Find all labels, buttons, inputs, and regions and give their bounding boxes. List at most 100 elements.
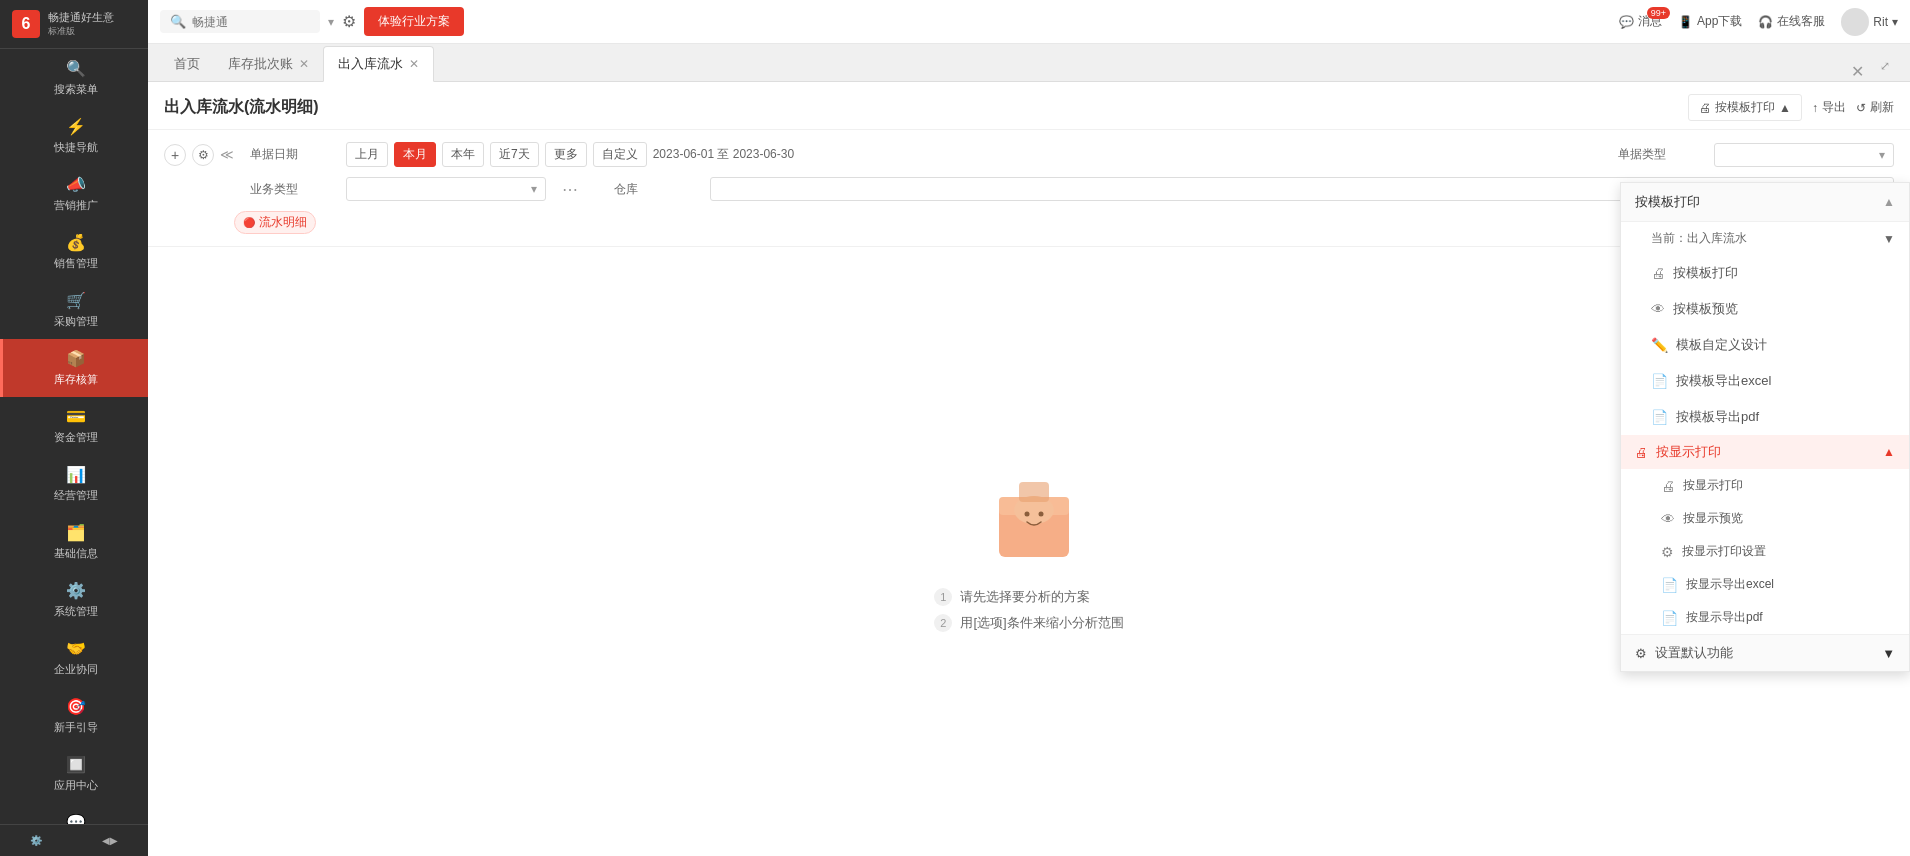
app-logo: 6 畅捷通好生意 标准版 bbox=[0, 0, 148, 49]
refresh-button[interactable]: ↺ 刷新 bbox=[1856, 99, 1894, 116]
app-download-button[interactable]: 📱 App下载 bbox=[1678, 13, 1742, 30]
user-avatar[interactable]: Rit ▾ bbox=[1841, 8, 1898, 36]
message-button[interactable]: 💬 消息 99+ bbox=[1619, 13, 1662, 30]
sidebar-item-newbie[interactable]: 🎯 新手引导 bbox=[0, 687, 148, 745]
template-export-excel-item[interactable]: 📄 按模板导出excel bbox=[1621, 363, 1909, 399]
system-icon: ⚙️ bbox=[66, 581, 86, 600]
page-header: 出入库流水(流水明细) 🖨 按模板打印 ▲ ↑ 导出 ↺ 刷新 bbox=[148, 82, 1910, 130]
filter-controls: + ⚙ ≪ bbox=[164, 144, 234, 166]
tab-batch[interactable]: 库存批次账 ✕ bbox=[214, 47, 323, 81]
user-chevron-icon: ▾ bbox=[1892, 15, 1898, 29]
display-settings-icon: ⚙ bbox=[1661, 544, 1674, 560]
dropdown-header-arrow-icon[interactable]: ▲ bbox=[1883, 195, 1895, 209]
filter-custom-btn[interactable]: 自定义 bbox=[593, 142, 647, 167]
filter-add-button[interactable]: + bbox=[164, 144, 186, 166]
tab-batch-close-icon[interactable]: ✕ bbox=[299, 57, 309, 71]
filter-biz-select[interactable]: ▾ bbox=[346, 177, 546, 201]
filter-this-month-btn[interactable]: 本月 bbox=[394, 142, 436, 167]
sidebar-item-sales[interactable]: 💰 销售管理 bbox=[0, 223, 148, 281]
svg-point-3 bbox=[1025, 511, 1030, 516]
tab-flow-close-icon[interactable]: ✕ bbox=[409, 57, 419, 71]
tab-flow-label: 出入库流水 bbox=[338, 55, 403, 73]
sidebar-bottom: ⚙️ ◀▶ bbox=[0, 824, 148, 856]
sidebar-item-enterprise[interactable]: 🤝 企业协同 bbox=[0, 629, 148, 687]
sidebar-item-basics[interactable]: 🗂️ 基础信息 bbox=[0, 513, 148, 571]
topbar-search-box[interactable]: 🔍 bbox=[160, 10, 320, 33]
sidebar-item-finance[interactable]: 💳 资金管理 bbox=[0, 397, 148, 455]
template-preview-item[interactable]: 👁 按模板预览 bbox=[1621, 291, 1909, 327]
filter-this-year-btn[interactable]: 本年 bbox=[442, 142, 484, 167]
template-pdf-icon: 📄 bbox=[1651, 409, 1668, 425]
filter-tag: 🔴 流水明细 bbox=[234, 211, 316, 234]
tab-home[interactable]: 首页 bbox=[160, 47, 214, 81]
filter-biz-more: ⋯ bbox=[562, 180, 578, 199]
search-input[interactable] bbox=[192, 15, 310, 29]
template-export-excel-label: 按模板导出excel bbox=[1676, 372, 1771, 390]
topbar-gear-icon[interactable]: ⚙ bbox=[342, 12, 356, 31]
maximize-icon[interactable]: ⤢ bbox=[1872, 51, 1898, 81]
apps-icon: 🔲 bbox=[66, 755, 86, 774]
display-export-pdf-item[interactable]: 📄 按显示导出pdf bbox=[1621, 601, 1909, 634]
filter-last-month-btn[interactable]: 上月 bbox=[346, 142, 388, 167]
inventory-icon: 📦 bbox=[66, 349, 86, 368]
sidebar-item-inventory[interactable]: 📦 库存核算 bbox=[0, 339, 148, 397]
sidebar-item-operations[interactable]: 📊 经营管理 bbox=[0, 455, 148, 513]
filter-more-btn[interactable]: 更多 bbox=[545, 142, 587, 167]
sidebar-item-quick-nav[interactable]: ⚡ 快捷导航 bbox=[0, 107, 148, 165]
app-badge: 标准版 bbox=[48, 25, 114, 38]
message-badge: 99+ bbox=[1647, 7, 1670, 19]
wecom-icon: 💬 bbox=[66, 813, 86, 824]
sales-icon: 💰 bbox=[66, 233, 86, 252]
dropdown-header-title: 按模板打印 bbox=[1635, 193, 1700, 211]
sidebar-collapse-btn[interactable]: ◀▶ bbox=[102, 835, 118, 846]
filter-type-label: 单据类型 bbox=[1618, 146, 1698, 163]
topbar: 🔍 ▾ ⚙ 体验行业方案 💬 消息 99+ 📱 App下载 🎧 在线客服 Rit bbox=[148, 0, 1910, 44]
close-all-icon[interactable]: ✕ bbox=[1843, 62, 1872, 81]
display-preview-label: 按显示预览 bbox=[1683, 510, 1743, 527]
svg-point-4 bbox=[1039, 511, 1044, 516]
sidebar-item-marketing[interactable]: 📣 营销推广 bbox=[0, 165, 148, 223]
biz-select-arrow-icon: ▾ bbox=[531, 182, 537, 196]
filter-date-range: 2023-06-01 至 2023-06-30 bbox=[653, 146, 794, 163]
online-service-button[interactable]: 🎧 在线客服 bbox=[1758, 13, 1825, 30]
display-settings-item[interactable]: ⚙ 按显示打印设置 bbox=[1621, 535, 1909, 568]
sidebar-item-purchase[interactable]: 🛒 采购管理 bbox=[0, 281, 148, 339]
biz-more-icon[interactable]: ⋯ bbox=[562, 180, 578, 199]
dropdown-footer[interactable]: ⚙ 设置默认功能 ▼ bbox=[1621, 634, 1909, 671]
sidebar-item-label: 库存核算 bbox=[54, 372, 98, 387]
sidebar-settings-btn[interactable]: ⚙️ bbox=[30, 835, 42, 846]
display-preview-item[interactable]: 👁 按显示预览 bbox=[1621, 502, 1909, 535]
print-template-button[interactable]: 🖨 按模板打印 ▲ bbox=[1688, 94, 1802, 121]
search-icon: 🔍 bbox=[170, 14, 186, 29]
export-button[interactable]: ↑ 导出 bbox=[1812, 99, 1846, 116]
filter-type-select[interactable]: ▾ bbox=[1714, 143, 1894, 167]
sidebar-item-search[interactable]: 🔍 搜索菜单 bbox=[0, 49, 148, 107]
tab-flow[interactable]: 出入库流水 ✕ bbox=[323, 46, 434, 82]
search-chevron-icon[interactable]: ▾ bbox=[328, 15, 334, 29]
empty-steps: 1 请先选择要分析的方案 2 用[选项]条件来缩小分析范围 bbox=[934, 588, 1123, 632]
page-title: 出入库流水(流水明细) bbox=[164, 97, 319, 118]
filter-settings-button[interactable]: ⚙ bbox=[192, 144, 214, 166]
display-export-pdf-label: 按显示导出pdf bbox=[1686, 609, 1763, 626]
sidebar-item-wecom[interactable]: 💬 企业微信 bbox=[0, 803, 148, 824]
newbie-icon: 🎯 bbox=[66, 697, 86, 716]
trial-button[interactable]: 体验行业方案 bbox=[364, 7, 464, 36]
refresh-label: 刷新 bbox=[1870, 99, 1894, 116]
display-excel-icon: 📄 bbox=[1661, 577, 1678, 593]
footer-arrow-icon: ▼ bbox=[1882, 646, 1895, 661]
filter-collapse-icon[interactable]: ≪ bbox=[220, 147, 234, 162]
template-customize-item[interactable]: ✏️ 模板自定义设计 bbox=[1621, 327, 1909, 363]
dropdown-current-item[interactable]: 当前：出入库流水 ▼ bbox=[1621, 222, 1909, 255]
filter-7days-btn[interactable]: 近7天 bbox=[490, 142, 539, 167]
sidebar-item-apps[interactable]: 🔲 应用中心 bbox=[0, 745, 148, 803]
sidebar-item-system[interactable]: ⚙️ 系统管理 bbox=[0, 571, 148, 629]
template-export-pdf-item[interactable]: 📄 按模板导出pdf bbox=[1621, 399, 1909, 435]
display-print-item[interactable]: 🖨 按显示打印 bbox=[1621, 469, 1909, 502]
display-export-excel-item[interactable]: 📄 按显示导出excel bbox=[1621, 568, 1909, 601]
sidebar-item-label: 基础信息 bbox=[54, 546, 98, 561]
filter-date-label: 单据日期 bbox=[250, 146, 330, 163]
display-section-header[interactable]: 🖨 按显示打印 ▲ bbox=[1621, 435, 1909, 469]
template-excel-icon: 📄 bbox=[1651, 373, 1668, 389]
template-print-item[interactable]: 🖨 按模板打印 bbox=[1621, 255, 1909, 291]
filter-tag-label: 流水明细 bbox=[259, 214, 307, 231]
